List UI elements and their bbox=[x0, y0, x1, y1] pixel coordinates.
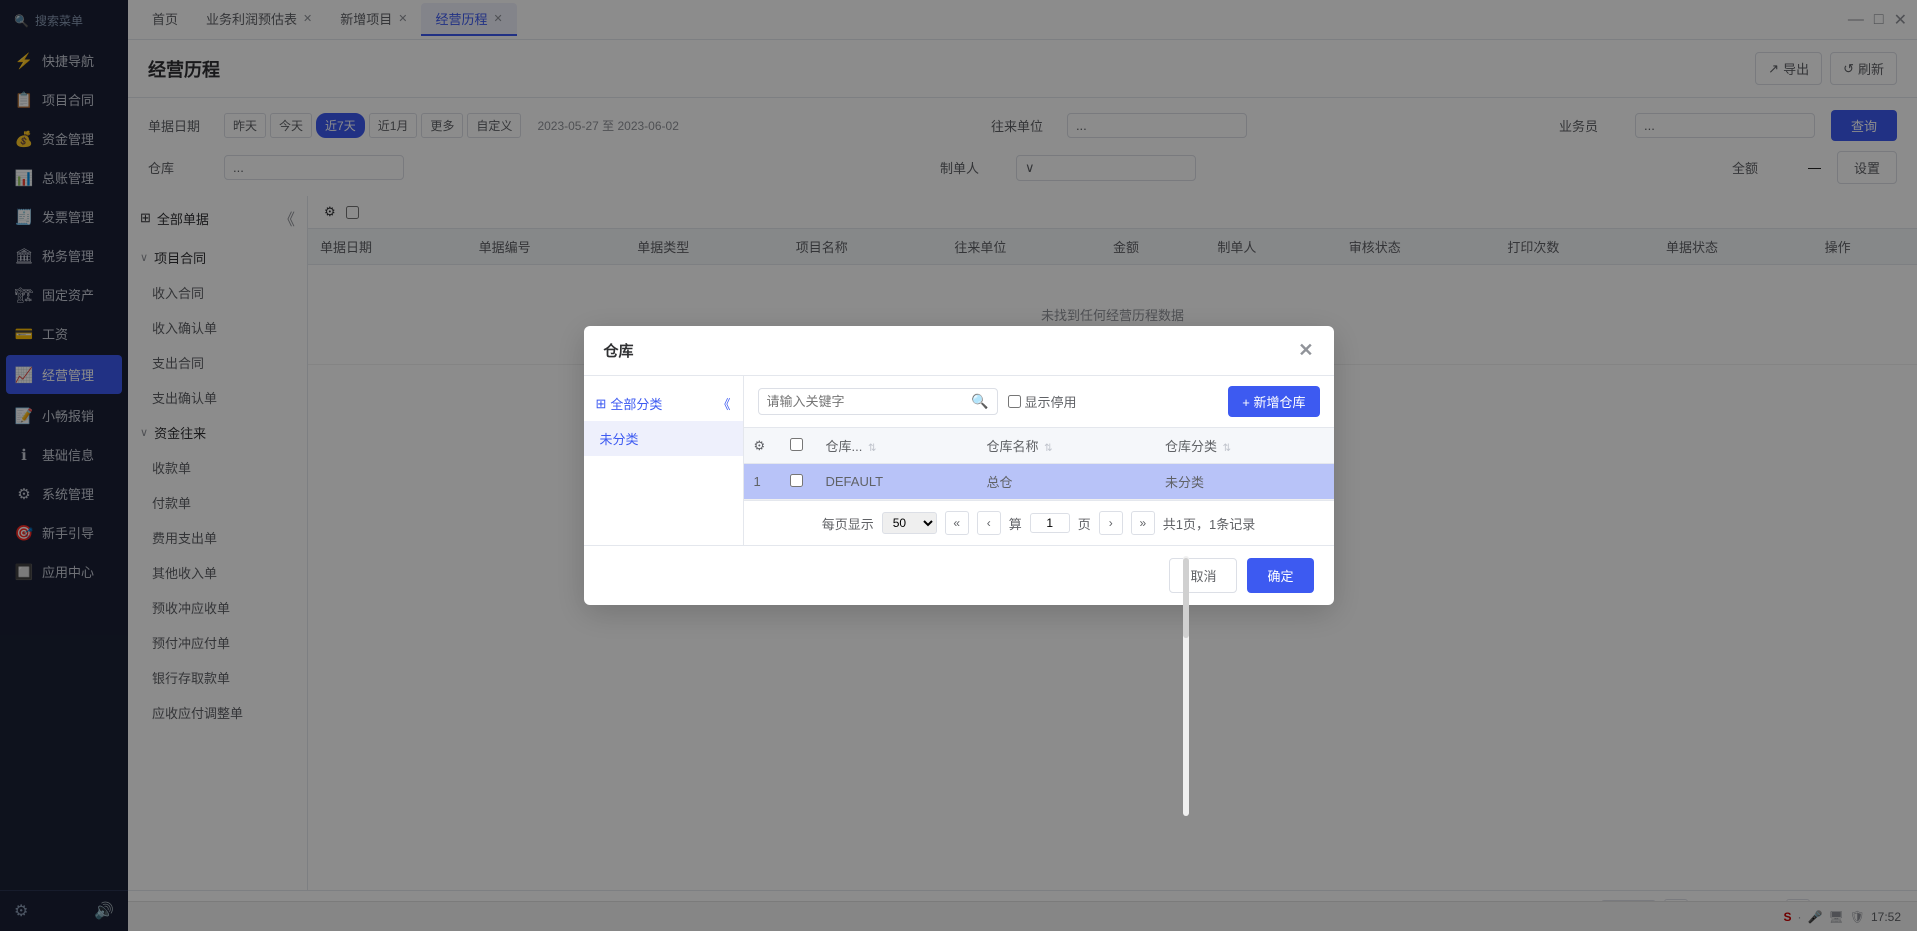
modal-table: ⚙ 仓库... ⇅ 仓库名称 ⇅ bbox=[744, 428, 1334, 500]
modal-footer: 取消 确定 bbox=[584, 545, 1334, 605]
modal-search-icon: 🔍 bbox=[971, 393, 988, 410]
sort-icon-code: ⇅ bbox=[868, 443, 876, 454]
modal-total-text: 共1页，1条记录 bbox=[1163, 514, 1255, 533]
row-select-checkbox[interactable] bbox=[790, 474, 803, 487]
modal-page-label: 算 bbox=[1009, 514, 1022, 533]
show-disabled-checkbox[interactable] bbox=[1008, 395, 1021, 408]
modal-close-button[interactable]: ✕ bbox=[1298, 340, 1313, 361]
modal-pagination: 每页显示 50 100 « ‹ 算 页 › » 共1页，1条记录 bbox=[744, 500, 1334, 545]
all-category-label[interactable]: 全部分类 bbox=[610, 394, 662, 413]
modal-left-header: ⊞ 全部分类 《 bbox=[584, 386, 743, 421]
sort-icon-category: ⇅ bbox=[1223, 443, 1231, 454]
th-code: 仓库... ⇅ bbox=[816, 428, 977, 464]
modal-page-input[interactable] bbox=[1030, 513, 1070, 533]
th-checkbox bbox=[780, 428, 816, 464]
modal-first-btn[interactable]: « bbox=[945, 511, 969, 535]
modal-last-btn[interactable]: » bbox=[1131, 511, 1155, 535]
th-code-label: 仓库... bbox=[826, 439, 863, 454]
modal-prev-btn[interactable]: ‹ bbox=[977, 511, 1001, 535]
row-checkbox bbox=[780, 464, 816, 500]
show-disabled-text: 显示停用 bbox=[1025, 392, 1077, 411]
row-name: 总仓 bbox=[976, 464, 1155, 500]
add-warehouse-button[interactable]: + 新增仓库 bbox=[1228, 386, 1319, 417]
modal-table-area: ⚙ 仓库... ⇅ 仓库名称 ⇅ bbox=[744, 428, 1334, 500]
th-name: 仓库名称 ⇅ bbox=[976, 428, 1155, 464]
modal-toolbar: 🔍 显示停用 + 新增仓库 bbox=[744, 376, 1334, 428]
warehouse-modal: 仓库 ✕ ⊞ 全部分类 《 未分类 bbox=[584, 326, 1334, 605]
cancel-button[interactable]: 取消 bbox=[1169, 558, 1237, 593]
modal-body: ⊞ 全部分类 《 未分类 🔍 bbox=[584, 376, 1334, 545]
row-code: DEFAULT bbox=[816, 464, 977, 500]
modal-search-input[interactable] bbox=[767, 394, 972, 409]
modal-table-head: ⚙ 仓库... ⇅ 仓库名称 ⇅ bbox=[744, 428, 1334, 464]
modal-left-panel: ⊞ 全部分类 《 未分类 bbox=[584, 376, 744, 545]
th-name-label: 仓库名称 bbox=[986, 439, 1038, 454]
modal-title: 仓库 bbox=[604, 340, 634, 361]
modal-page-size-select[interactable]: 50 100 bbox=[882, 512, 937, 534]
modal-header: 仓库 ✕ bbox=[584, 326, 1334, 376]
th-category-label: 仓库分类 bbox=[1165, 439, 1217, 454]
th-settings: ⚙ bbox=[744, 428, 780, 464]
row-category: 未分类 bbox=[1155, 464, 1334, 500]
modal-right-panel: 🔍 显示停用 + 新增仓库 ⚙ bbox=[744, 376, 1334, 545]
th-category: 仓库分类 ⇅ bbox=[1155, 428, 1334, 464]
uncategorized-item[interactable]: 未分类 bbox=[584, 421, 743, 456]
sort-icon-name: ⇅ bbox=[1044, 443, 1052, 454]
modal-page-suffix: 页 bbox=[1078, 514, 1091, 533]
show-disabled-label[interactable]: 显示停用 bbox=[1008, 392, 1077, 411]
confirm-button[interactable]: 确定 bbox=[1247, 558, 1313, 593]
modal-search-box: 🔍 bbox=[758, 388, 998, 415]
modal-select-all[interactable] bbox=[790, 438, 803, 451]
modal-left-collapse[interactable]: 《 bbox=[717, 394, 730, 413]
grid-small-icon: ⊞ bbox=[596, 396, 607, 412]
table-row[interactable]: 1 DEFAULT 总仓 未分类 bbox=[744, 464, 1334, 500]
modal-overlay: 仓库 ✕ ⊞ 全部分类 《 未分类 bbox=[0, 0, 1917, 931]
row-seq: 1 bbox=[744, 464, 780, 500]
modal-next-btn[interactable]: › bbox=[1099, 511, 1123, 535]
modal-page-size-label: 每页显示 bbox=[822, 514, 874, 533]
